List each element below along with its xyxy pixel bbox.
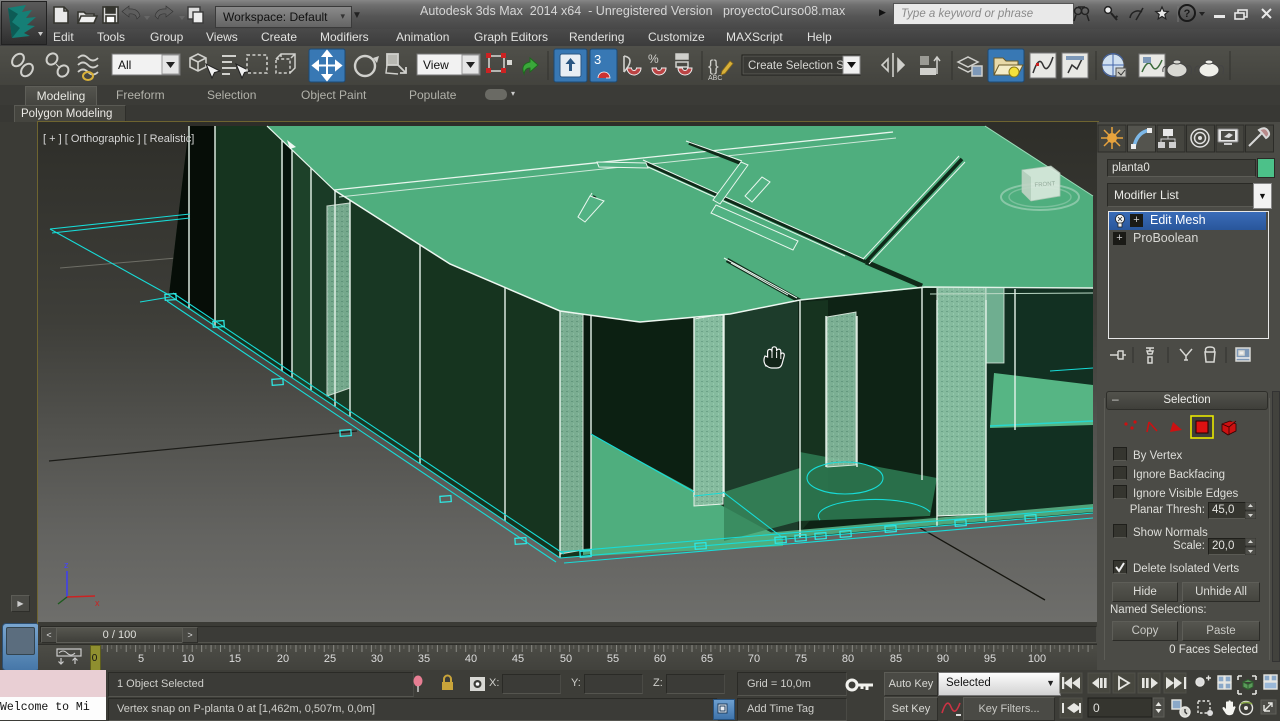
svg-text:x: x xyxy=(95,598,100,608)
svg-text:z: z xyxy=(64,560,69,570)
svg-text:All: All xyxy=(118,58,131,72)
svg-text:[ + ] [ Orthographic ] [ Reali: [ + ] [ Orthographic ] [ Realistic] xyxy=(43,133,194,145)
svg-text:Create Selection Se: Create Selection Se xyxy=(748,60,850,72)
svg-text:3: 3 xyxy=(594,52,601,67)
svg-text:ABC: ABC xyxy=(708,75,722,82)
svg-text:0: 0 xyxy=(1093,701,1100,715)
svg-text:{}: {} xyxy=(708,58,719,75)
svg-text:View: View xyxy=(423,58,449,72)
svg-text:%: % xyxy=(648,52,659,66)
svg-text:?: ? xyxy=(1184,8,1191,20)
